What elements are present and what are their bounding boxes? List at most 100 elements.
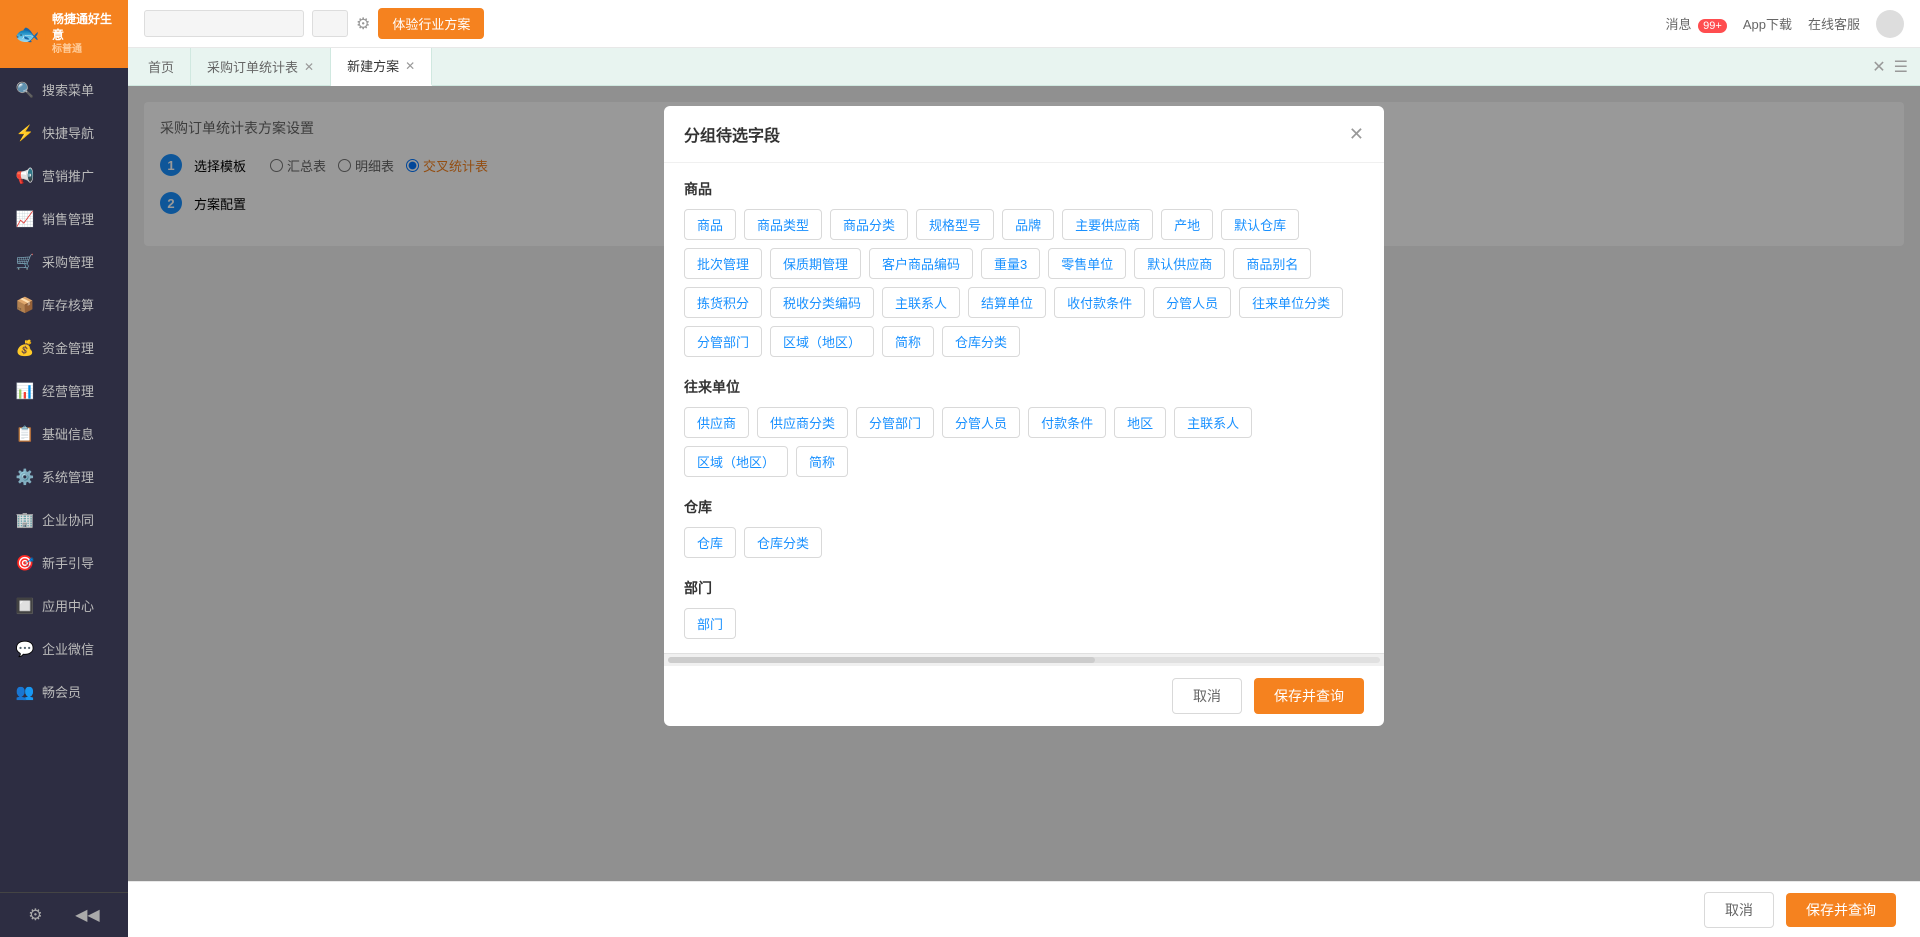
field-tag[interactable]: 商品别名 — [1233, 248, 1311, 279]
notification-area[interactable]: 消息 99+ — [1666, 14, 1727, 33]
topbar-search-input[interactable] — [144, 10, 304, 37]
sidebar-item-purchase[interactable]: 🛒 采购管理 — [0, 240, 128, 283]
modal-title: 分组待选字段 — [684, 122, 780, 146]
field-tag[interactable]: 默认供应商 — [1134, 248, 1225, 279]
logo-title: 畅捷通好生意 — [52, 12, 120, 43]
modal-close-icon[interactable]: ✕ — [1349, 124, 1364, 145]
field-group-department: 部门 部门 — [684, 578, 1364, 639]
main-area: ⚙ 体验行业方案 消息 99+ App下载 在线客服 首页 采购订单统计表 ✕ … — [128, 0, 1920, 937]
scrollbar-track — [668, 657, 1380, 663]
field-tag[interactable]: 分管人员 — [1153, 287, 1231, 318]
field-tag[interactable]: 零售单位 — [1048, 248, 1126, 279]
tab-close-all-icon[interactable]: ✕ — [1872, 57, 1885, 77]
sidebar-item-marketing[interactable]: 📢 营销推广 — [0, 154, 128, 197]
notification-badge: 99+ — [1698, 19, 1727, 33]
sidebar-item-label: 库存核算 — [42, 295, 94, 314]
product-field-list: 商品 商品类型 商品分类 规格型号 品牌 主要供应商 产地 默认仓库 批次管理 … — [684, 209, 1364, 357]
sidebar-item-quick-nav[interactable]: ⚡ 快捷导航 — [0, 111, 128, 154]
tab-new-plan-close[interactable]: ✕ — [405, 59, 415, 73]
basic-icon: 📋 — [16, 425, 34, 443]
field-tag[interactable]: 主联系人 — [1174, 407, 1252, 438]
sidebar-item-guide[interactable]: 🎯 新手引导 — [0, 541, 128, 584]
field-tag[interactable]: 仓库分类 — [942, 326, 1020, 357]
field-tag[interactable]: 付款条件 — [1028, 407, 1106, 438]
field-tag[interactable]: 地区 — [1114, 407, 1166, 438]
inventory-icon: 📦 — [16, 296, 34, 314]
field-tag[interactable]: 供应商分类 — [757, 407, 848, 438]
product-group-title: 商品 — [684, 179, 1364, 199]
quick-nav-icon: ⚡ — [16, 124, 34, 142]
field-group-product: 商品 商品 商品类型 商品分类 规格型号 品牌 主要供应商 产地 默认仓库 批次… — [684, 179, 1364, 357]
sidebar-item-system[interactable]: ⚙️ 系统管理 — [0, 455, 128, 498]
sidebar-item-finance[interactable]: 💰 资金管理 — [0, 326, 128, 369]
field-tag[interactable]: 品牌 — [1002, 209, 1054, 240]
sidebar-item-appstore[interactable]: 🔲 应用中心 — [0, 584, 128, 627]
field-tag[interactable]: 保质期管理 — [770, 248, 861, 279]
tab-new-plan[interactable]: 新建方案 ✕ — [331, 48, 432, 86]
field-group-warehouse: 仓库 仓库 仓库分类 — [684, 497, 1364, 558]
online-service-link[interactable]: 在线客服 — [1808, 14, 1860, 33]
modal-confirm-button[interactable]: 保存并查询 — [1254, 678, 1364, 714]
save-query-button[interactable]: 保存并查询 — [1786, 893, 1896, 927]
field-tag[interactable]: 默认仓库 — [1221, 209, 1299, 240]
tab-home[interactable]: 首页 — [132, 48, 191, 86]
purchase-icon: 🛒 — [16, 253, 34, 271]
field-tag[interactable]: 批次管理 — [684, 248, 762, 279]
field-tag[interactable]: 仓库分类 — [744, 527, 822, 558]
field-tag[interactable]: 往来单位分类 — [1239, 287, 1343, 318]
field-tag[interactable]: 商品 — [684, 209, 736, 240]
tab-purchase-order[interactable]: 采购订单统计表 ✕ — [191, 48, 331, 86]
page-footer: 取消 保存并查询 — [128, 881, 1920, 937]
field-tag[interactable]: 重量3 — [981, 248, 1040, 279]
tab-purchase-order-close[interactable]: ✕ — [304, 60, 314, 74]
field-tag[interactable]: 主要供应商 — [1062, 209, 1153, 240]
field-tag[interactable]: 供应商 — [684, 407, 749, 438]
tab-purchase-order-label: 采购订单统计表 — [207, 57, 298, 76]
sidebar-logo: 🐟 畅捷通好生意 标普通 — [0, 0, 128, 68]
sidebar-item-inventory[interactable]: 📦 库存核算 — [0, 283, 128, 326]
cancel-button[interactable]: 取消 — [1704, 892, 1774, 928]
field-tag[interactable]: 收付款条件 — [1054, 287, 1145, 318]
sidebar-item-operations[interactable]: 📊 经营管理 — [0, 369, 128, 412]
sidebar-item-enterprise[interactable]: 🏢 企业协同 — [0, 498, 128, 541]
field-tag[interactable]: 区域（地区） — [770, 326, 874, 357]
field-tag[interactable]: 产地 — [1161, 209, 1213, 240]
field-tag[interactable]: 拣货积分 — [684, 287, 762, 318]
sound-icon[interactable]: ◀◀ — [75, 905, 100, 925]
field-tag[interactable]: 简称 — [882, 326, 934, 357]
field-tag[interactable]: 部门 — [684, 608, 736, 639]
modal-cancel-button[interactable]: 取消 — [1172, 678, 1242, 714]
field-tag[interactable]: 分管部门 — [684, 326, 762, 357]
field-tag[interactable]: 税收分类编码 — [770, 287, 874, 318]
field-tag[interactable]: 规格型号 — [916, 209, 994, 240]
sidebar-item-basic[interactable]: 📋 基础信息 — [0, 412, 128, 455]
field-tag[interactable]: 分管人员 — [942, 407, 1020, 438]
tab-menu-icon[interactable]: ☰ — [1894, 57, 1908, 77]
field-tag[interactable]: 主联系人 — [882, 287, 960, 318]
sidebar-item-label: 资金管理 — [42, 338, 94, 357]
field-tag[interactable]: 简称 — [796, 446, 848, 477]
field-tag[interactable]: 结算单位 — [968, 287, 1046, 318]
field-tag[interactable]: 商品分类 — [830, 209, 908, 240]
field-tag[interactable]: 分管部门 — [856, 407, 934, 438]
field-tag[interactable]: 仓库 — [684, 527, 736, 558]
topbar-dropdown[interactable] — [312, 10, 348, 37]
sidebar-item-member[interactable]: 👥 畅会员 — [0, 670, 128, 713]
field-tag[interactable]: 客户商品编码 — [869, 248, 973, 279]
marketing-icon: 📢 — [16, 167, 34, 185]
topbar-gear-icon[interactable]: ⚙ — [356, 14, 370, 34]
sidebar-item-label: 营销推广 — [42, 166, 94, 185]
settings-icon[interactable]: ⚙ — [28, 905, 42, 925]
user-avatar[interactable] — [1876, 10, 1904, 38]
sidebar-item-sales[interactable]: 📈 销售管理 — [0, 197, 128, 240]
search-icon: 🔍 — [16, 81, 34, 99]
app-download-link[interactable]: App下载 — [1743, 14, 1792, 33]
sidebar-item-search[interactable]: 🔍 搜索菜单 — [0, 68, 128, 111]
sidebar-item-wechat[interactable]: 💬 企业微信 — [0, 627, 128, 670]
partner-group-title: 往来单位 — [684, 377, 1364, 397]
experience-plan-button[interactable]: 体验行业方案 — [378, 8, 484, 39]
modal-horizontal-scrollbar[interactable] — [664, 653, 1384, 665]
sidebar-item-label: 搜索菜单 — [42, 80, 94, 99]
field-tag[interactable]: 区域（地区） — [684, 446, 788, 477]
field-tag[interactable]: 商品类型 — [744, 209, 822, 240]
